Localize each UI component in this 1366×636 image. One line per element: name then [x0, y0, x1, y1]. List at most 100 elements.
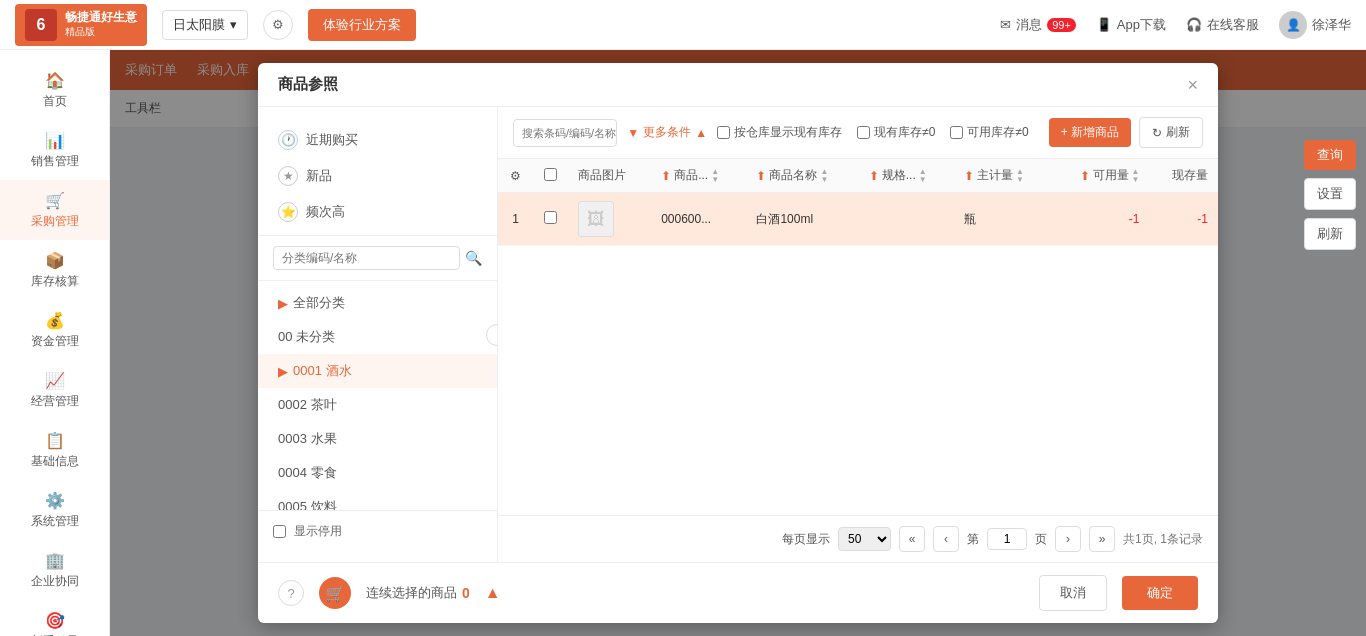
add-product-button[interactable]: + 新增商品 — [1049, 118, 1131, 147]
show-disabled-checkbox[interactable] — [273, 525, 286, 538]
messages-badge: 99+ — [1047, 18, 1076, 32]
category-label-00: 00 未分类 — [278, 328, 335, 346]
first-page-button[interactable]: « — [899, 526, 925, 552]
app-download-nav-item[interactable]: 📱 App下载 — [1096, 16, 1166, 34]
available-stock-checkbox[interactable] — [950, 126, 963, 139]
quick-item-recent[interactable]: 🕐 近期购买 — [258, 122, 497, 158]
product-search-box: 🔍 — [513, 119, 617, 147]
category-item-0004[interactable]: 0004 零食 — [258, 456, 497, 490]
category-item-0002[interactable]: 0002 茶叶 — [258, 388, 497, 422]
modal-close-button[interactable]: × — [1187, 76, 1198, 94]
sidebar-item-home[interactable]: 🏠 首页 — [0, 60, 109, 120]
show-stock-checkbox[interactable] — [717, 126, 730, 139]
sidebar-label-operation: 经营管理 — [31, 393, 79, 410]
company-dropdown[interactable]: 日太阳膜 ▾ — [162, 10, 248, 40]
system-icon: ⚙️ — [45, 490, 65, 510]
prev-page-button[interactable]: ‹ — [933, 526, 959, 552]
row-check[interactable] — [533, 193, 568, 246]
th-unit[interactable]: ⬆ 主计量 ▲▼ — [954, 159, 1052, 193]
checkbox-has-stock[interactable]: 现有库存≠0 — [857, 124, 935, 141]
th-code[interactable]: ⬆ 商品... ▲▼ — [651, 159, 746, 193]
sidebar-label-basic: 基础信息 — [31, 453, 79, 470]
sidebar-item-sales[interactable]: 📊 销售管理 — [0, 120, 109, 180]
quick-item-new[interactable]: ★ 新品 — [258, 158, 497, 194]
sidebar-item-basic[interactable]: 📋 基础信息 — [0, 420, 109, 480]
category-label-0005: 0005 饮料 — [278, 498, 337, 510]
category-label-0001: 0001 酒水 — [293, 362, 352, 380]
product-table: ⚙ 商品图片 ⬆ 商品... ▲▼ — [498, 159, 1218, 246]
select-all-checkbox[interactable] — [544, 168, 557, 181]
category-item-0005[interactable]: 0005 饮料 — [258, 490, 497, 510]
messages-nav-item[interactable]: ✉ 消息 99+ — [1000, 16, 1076, 34]
finance-icon: 💰 — [45, 310, 65, 330]
category-item-all[interactable]: ▶ 全部分类 — [258, 286, 497, 320]
next-page-button[interactable]: › — [1055, 526, 1081, 552]
has-stock-checkbox[interactable] — [857, 126, 870, 139]
table-row[interactable]: 1 🖼 000600... 白酒100ml 瓶 -1 — [498, 193, 1218, 246]
settings-icon[interactable]: ⚙ — [263, 10, 293, 40]
confirm-button[interactable]: 确定 — [1122, 576, 1198, 610]
show-disabled-section: 显示停用 — [258, 510, 497, 552]
settings-button[interactable]: 设置 — [1304, 178, 1356, 210]
row-available: -1 — [1052, 193, 1150, 246]
sidebar-item-enterprise[interactable]: 🏢 企业协同 — [0, 540, 109, 600]
sidebar-item-operation[interactable]: 📈 经营管理 — [0, 360, 109, 420]
category-label-0003: 0003 水果 — [278, 430, 337, 448]
quick-label-frequent: 频次高 — [306, 203, 345, 221]
category-arrow-0001: ▶ — [278, 364, 288, 379]
online-service-nav-item[interactable]: 🎧 在线客服 — [1186, 16, 1259, 34]
sidebar-item-inventory[interactable]: 📦 库存核算 — [0, 240, 109, 300]
cancel-button[interactable]: 取消 — [1039, 575, 1107, 611]
sidebar-label-inventory: 库存核算 — [31, 273, 79, 290]
guide-icon: 🎯 — [45, 610, 65, 630]
last-page-icon: » — [1099, 532, 1106, 546]
sidebar-item-guide[interactable]: 🎯 新手引导 — [0, 600, 109, 636]
category-search-input[interactable] — [273, 246, 460, 270]
product-search-input[interactable] — [514, 122, 617, 144]
refresh-side-button[interactable]: 刷新 — [1304, 218, 1356, 250]
modal-right-toolbar: 🔍 ▼ 更多条件 ▲ 按仓库显示现有库存 — [498, 107, 1218, 159]
th-name[interactable]: ⬆ 商品名称 ▲▼ — [746, 159, 858, 193]
th-available[interactable]: ⬆ 可用量 ▲▼ — [1052, 159, 1150, 193]
messages-label: 消息 — [1016, 16, 1042, 34]
category-item-0001[interactable]: ▶ 0001 酒水 — [258, 354, 497, 388]
category-item-0003[interactable]: 0003 水果 — [258, 422, 497, 456]
chevron-down-icon: ▾ — [230, 17, 237, 32]
filter-label: 更多条件 — [643, 124, 691, 141]
company-name: 日太阳膜 — [173, 16, 225, 34]
category-search-icon[interactable]: 🔍 — [465, 250, 482, 266]
quick-item-frequent[interactable]: ⭐ 频次高 — [258, 194, 497, 230]
modal-left-panel: 《 🕐 近期购买 ★ 新品 ⭐ 频次高 — [258, 107, 498, 562]
page-label: 第 — [967, 531, 979, 548]
product-table-container: ⚙ 商品图片 ⬆ 商品... ▲▼ — [498, 159, 1218, 515]
query-button[interactable]: 查询 — [1304, 140, 1356, 170]
th-check[interactable] — [533, 159, 568, 193]
sidebar-item-system[interactable]: ⚙️ 系统管理 — [0, 480, 109, 540]
category-item-00[interactable]: 00 未分类 — [258, 320, 497, 354]
footer-collapse-button[interactable]: ▲ — [485, 584, 501, 602]
checkbox-available-stock[interactable]: 可用库存≠0 — [950, 124, 1028, 141]
page-suffix: 页 — [1035, 531, 1047, 548]
checkbox-show-stock[interactable]: 按仓库显示现有库存 — [717, 124, 842, 141]
category-label-0004: 0004 零食 — [278, 464, 337, 482]
row-spec — [859, 193, 954, 246]
first-page-icon: « — [909, 532, 916, 546]
last-page-button[interactable]: » — [1089, 526, 1115, 552]
refresh-button[interactable]: ↻ 刷新 — [1139, 117, 1203, 148]
user-nav-item[interactable]: 👤 徐泽华 — [1279, 11, 1351, 39]
filter-icon: ▼ — [627, 126, 639, 140]
sidebar-label-finance: 资金管理 — [31, 333, 79, 350]
filter-button[interactable]: ▼ 更多条件 ▲ — [627, 124, 707, 141]
th-settings[interactable]: ⚙ — [498, 159, 533, 193]
sidebar-item-purchase[interactable]: 🛒 采购管理 — [0, 180, 109, 240]
sidebar-item-finance[interactable]: 💰 资金管理 — [0, 300, 109, 360]
quick-label-recent: 近期购买 — [306, 131, 358, 149]
th-spec[interactable]: ⬆ 规格... ▲▼ — [859, 159, 954, 193]
sidebar-label-system: 系统管理 — [31, 513, 79, 530]
cart-icon[interactable]: 🛒 — [319, 577, 351, 609]
page-size-select[interactable]: 50 100 200 — [838, 527, 891, 551]
trial-button[interactable]: 体验行业方案 — [308, 9, 416, 41]
help-button[interactable]: ? — [278, 580, 304, 606]
row-checkbox[interactable] — [544, 211, 557, 224]
page-number-input[interactable] — [987, 528, 1027, 550]
